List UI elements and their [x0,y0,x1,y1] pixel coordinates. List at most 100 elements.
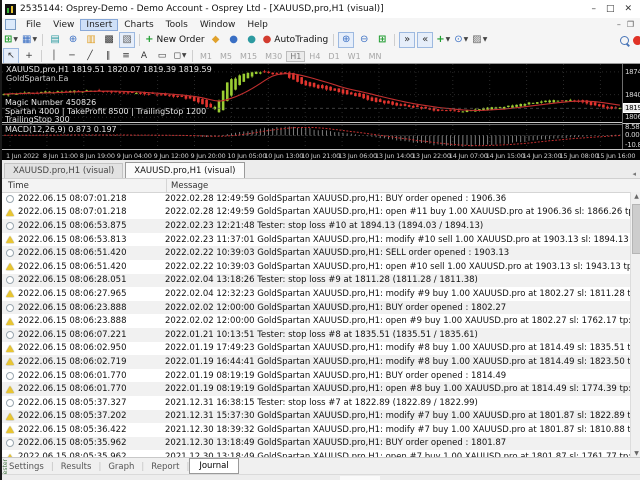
scroll-up-icon[interactable]: ▲ [631,193,640,200]
journal-row[interactable]: 2022.06.15 08:06:53.813 2022.02.23 11:37:… [2,233,631,247]
ea-comment-line3: TrailingStop 300 [5,115,70,124]
chart-tab-bar: XAUUSD.pro,H1 (visual) XAUUSD.pro,H1 (vis… [2,160,640,179]
journal-row[interactable]: 2022.06.15 08:07:01.218 2022.02.28 12:49:… [2,206,631,220]
timeframe-m30-button[interactable]: M30 [261,51,286,62]
close-button[interactable]: ✕ [624,4,632,14]
column-header-time[interactable]: Time [2,179,167,192]
menu-item-charts[interactable]: Charts [118,19,159,31]
tab-scroll-left-icon[interactable]: ◂ [632,170,640,178]
journal-row[interactable]: 2022.06.15 08:06:07.221 2022.01.21 10:13:… [2,327,631,342]
timeframe-m15-button[interactable]: M15 [236,51,261,62]
shapes-button[interactable]: ◻ ▼ [172,48,188,64]
crosshair-tool-button[interactable]: + [21,48,37,64]
chart-tab[interactable]: XAUUSD.pro,H1 (visual) [4,163,124,178]
tile-windows-button[interactable]: ⊞ [374,32,390,48]
child-restore-button[interactable]: ❐ [627,20,634,29]
timeframe-h4-button[interactable]: H4 [305,51,324,62]
new-order-button[interactable]: + New Order [144,32,205,48]
timeframe-mn-button[interactable]: MN [365,51,386,62]
autotrading-button[interactable]: ● AutoTrading [262,32,330,48]
maximize-button[interactable]: □ [606,4,615,14]
journal-row[interactable]: 2022.06.15 08:05:37.202 2021.12.31 15:37:… [2,409,631,424]
help-button[interactable]: ● [244,32,260,48]
journal-row[interactable]: 2022.06.15 08:05:36.422 2021.12.30 18:39:… [2,423,631,437]
text-tool-button[interactable]: A [136,48,152,64]
toolbar-separator [394,34,396,46]
tester-tab-graph[interactable]: Graph [101,461,141,473]
journal-message: 2022.01.19 08:19:19 GoldSpartan XAUUSD.p… [165,370,507,381]
fibonacci-button[interactable]: ≡ [118,48,134,64]
journal-row[interactable]: 2022.06.15 08:06:23.888 2022.02.02 12:00:… [2,300,631,315]
search-icon[interactable] [620,35,629,45]
chart-tab-active[interactable]: XAUUSD.pro,H1 (visual) [125,162,245,178]
indicators-button[interactable]: + ▼ [435,32,451,48]
child-minimize-button[interactable]: – [617,20,621,29]
journal-row[interactable]: 2022.06.15 08:06:23.888 2022.02.02 12:00:… [2,314,631,328]
time-axis-label: 13 Jun 22:00 [411,152,451,160]
menu-item-help[interactable]: Help [241,19,274,31]
metaeditor-button[interactable]: ◆ [208,32,224,48]
timeframe-h1-button[interactable]: H1 [286,50,306,62]
chart-shift-button[interactable]: « [417,32,434,48]
journal-row[interactable]: 2022.06.15 08:06:01.770 2022.01.19 08:19:… [2,382,631,396]
journal-row[interactable]: 2022.06.15 08:06:28.051 2022.02.04 13:18:… [2,273,631,288]
zoom-out-button[interactable]: ⊖ [356,32,372,48]
journal-time: 2022.06.15 08:06:23.888 [18,316,127,327]
journal-scrollbar[interactable]: ▲ ▼ [630,192,640,458]
info-icon [2,439,18,448]
timeframe-m1-button[interactable]: M1 [196,51,216,62]
menu-item-insert[interactable]: Insert [80,18,119,31]
auto-scroll-button[interactable]: » [399,32,416,48]
periods-button[interactable]: ⊙ ▼ [453,32,469,48]
journal-row[interactable]: 2022.06.15 08:06:51.420 2022.02.22 10:39:… [2,246,631,260]
journal-panel: Time Message 2022.06.15 08:07:01.218 2022… [2,178,640,458]
macd-label: MACD(12,26,9) 0.873 0.197 [5,125,117,134]
menu-item-tools[interactable]: Tools [160,19,194,31]
timeframe-w1-button[interactable]: W1 [344,51,365,62]
column-header-message[interactable]: Message [167,179,640,192]
tester-tab-report[interactable]: Report [144,461,186,473]
horizontal-line-button[interactable]: ─ [64,48,80,64]
mql5-community-button[interactable]: ● [226,32,242,48]
channel-button[interactable]: ∥ [100,48,116,64]
vertical-line-button[interactable]: │ [46,48,62,64]
data-window-button[interactable]: ▥ [83,32,99,48]
navigator-button[interactable]: ⊕ [65,32,81,48]
terminal-button[interactable]: ▩ [101,32,117,48]
journal-row[interactable]: 2022.06.15 08:05:37.327 2021.12.31 16:38:… [2,396,631,410]
journal-row[interactable]: 2022.06.15 08:05:35.962 2021.12.30 13:18:… [2,436,631,451]
cursor-tool-button[interactable]: ↖ [3,48,19,64]
journal-row[interactable]: 2022.06.15 08:06:53.875 2022.02.23 12:21:… [2,219,631,233]
journal-row[interactable]: 2022.06.15 08:06:02.719 2022.01.19 16:44:… [2,355,631,369]
label-tool-button[interactable]: ▭ [154,48,170,64]
journal-time: 2022.06.15 08:06:01.770 [18,384,127,395]
timeframe-m5-button[interactable]: M5 [216,51,236,62]
zoom-in-button[interactable]: ⊕ [338,32,355,48]
journal-row[interactable]: 2022.06.15 08:06:27.965 2022.02.04 12:32:… [2,287,631,301]
timeframes-toolbar: M1 M5 M15 M30 H1 H4 D1 W1 MN [196,50,386,62]
journal-row[interactable]: 2022.06.15 08:06:01.770 2022.01.19 08:19:… [2,369,631,383]
profiles-button[interactable]: ▦ ▼ [21,32,38,48]
journal-row[interactable]: 2022.06.15 08:06:51.420 2022.02.22 10:39:… [2,260,631,274]
tester-tab-results[interactable]: Results [54,461,99,473]
notification-icon[interactable] [633,35,640,45]
chart-area[interactable]: 1874.151840.151806.151819.59 8.5810.00-1… [2,63,640,162]
time-axis-label: 8 Jun 11:00 [42,152,78,160]
menu-item-window[interactable]: Window [194,19,242,31]
menu-item-file[interactable]: File [20,19,47,31]
scrollbar-thumb[interactable] [632,204,640,254]
journal-row[interactable]: 2022.06.15 08:06:02.950 2022.01.19 17:49:… [2,342,631,356]
strategy-tester-button[interactable]: ▧ [119,32,136,48]
templates-button[interactable]: ▨ ▼ [471,32,488,48]
new-chart-button[interactable]: ⊞ ▼ [3,32,19,48]
journal-message: 2021.12.31 15:37:30 GoldSpartan XAUUSD.p… [165,411,631,422]
scroll-down-icon[interactable]: ▼ [631,450,640,457]
timeframe-d1-button[interactable]: D1 [324,51,343,62]
journal-row[interactable]: 2022.06.15 08:07:01.218 2022.02.28 12:49:… [2,192,631,206]
tester-tab-journal[interactable]: Journal [189,457,239,474]
trendline-button[interactable]: ╱ [82,48,98,64]
time-axis-label: 13 Jun 14:00 [375,152,414,160]
menu-item-view[interactable]: View [47,19,80,31]
minimize-button[interactable]: – [591,4,596,14]
market-watch-button[interactable]: ▤ [47,32,63,48]
